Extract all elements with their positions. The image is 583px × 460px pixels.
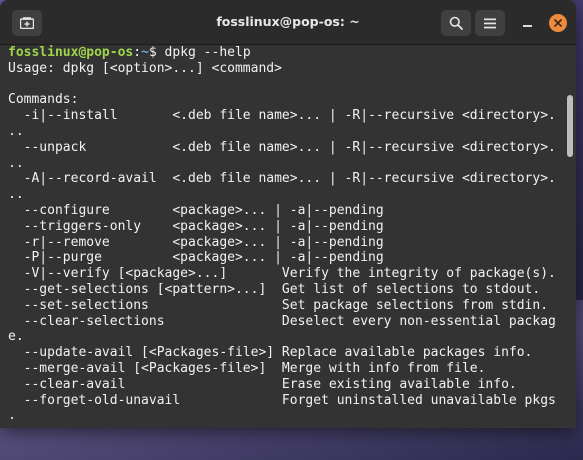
close-icon [554,19,562,27]
new-tab-icon [20,17,34,29]
output-line: -P|--purge <package>... | -a|--pending [8,250,384,266]
output-line: Usage: dpkg [<option>...] <command> [8,60,282,76]
output-line: .. [8,187,24,203]
output-line: --configure <package>... | -a|--pending [8,202,384,218]
output-line: --set-selections Set package selections … [8,297,549,313]
output-line: -r|--remove <package>... | -a|--pending [8,234,384,250]
output-line: --merge-avail [<Packages-file>] Merge wi… [8,360,486,376]
output-line: --forget-old-unavail Forget uninstalled … [8,392,556,408]
prompt-user: fosslinux@pop-os [8,45,134,60]
output-line: -i|--install <.deb file name>... | -R|--… [8,108,556,124]
output-line: --triggers-only <package>... | -a|--pend… [8,218,384,234]
prompt-separator: : [133,45,142,60]
scrollbar[interactable] [567,95,573,157]
hamburger-menu-icon [484,18,496,28]
minimize-icon [522,25,532,27]
new-tab-button[interactable] [12,10,42,36]
command-text: dpkg --help [164,45,251,60]
output-line: . [8,408,16,424]
terminal-text: fosslinux@pop-os:~$ dpkg --help Usage: d… [8,45,568,424]
prompt-path: ~ [141,45,149,60]
output-line: --unpack <.deb file name>... | -R|--recu… [8,139,556,155]
output-line: -A|--record-avail <.deb file name>... | … [8,171,556,187]
command-output: Usage: dpkg [<option>...] <command> Comm… [8,61,556,424]
output-line: --get-selections [<pattern>...] Get list… [8,281,541,297]
output-line: --clear-selections Deselect every non-es… [8,313,556,329]
titlebar: fosslinux@pop-os: ~ [0,0,576,45]
output-line: .. [8,155,24,171]
close-button[interactable] [549,14,567,32]
search-button[interactable] [441,10,471,36]
terminal-output[interactable]: fosslinux@pop-os:~$ dpkg --help Usage: d… [0,45,576,428]
output-line: .. [8,123,24,139]
minimize-button[interactable] [518,14,536,32]
output-line: e. [8,329,24,345]
output-line: Commands: [8,92,79,108]
output-line: --update-avail [<Packages-file>] Replace… [8,345,533,361]
prompt-symbol: $ [148,45,165,60]
output-line: -V|--verify [<package>...] Verify the in… [8,266,556,282]
menu-button[interactable] [475,10,505,36]
terminal-window: fosslinux@pop-os: ~ fosslinux@pop-os:~$ … [0,0,576,428]
output-line: --clear-avail Erase existing available i… [8,376,517,392]
search-icon [449,16,463,30]
